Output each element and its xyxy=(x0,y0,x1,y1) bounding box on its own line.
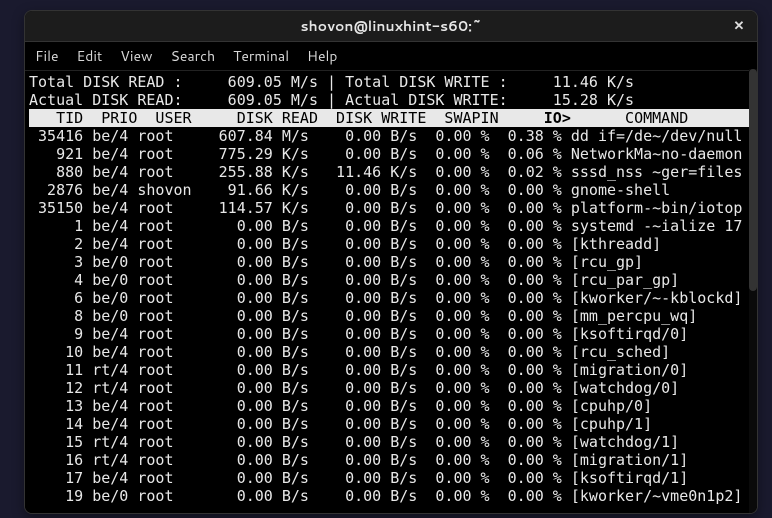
window-title: shovon@linuxhint-s60:~ xyxy=(300,16,481,36)
titlebar: shovon@linuxhint-s60:~ ✕ xyxy=(25,11,757,42)
menu-file[interactable]: File xyxy=(35,46,59,66)
terminal-window: shovon@linuxhint-s60:~ ✕ File Edit View … xyxy=(24,10,758,514)
menu-help[interactable]: Help xyxy=(307,46,337,66)
iotop-rows: 35416 be/4 root 607.84 M/s 0.00 B/s 0.00… xyxy=(29,127,742,505)
menu-view[interactable]: View xyxy=(120,46,152,66)
menu-edit[interactable]: Edit xyxy=(77,46,103,66)
menu-terminal[interactable]: Terminal xyxy=(233,46,289,66)
scrollbar-thumb[interactable] xyxy=(749,69,757,291)
scrollbar[interactable] xyxy=(749,69,757,513)
close-icon[interactable]: ✕ xyxy=(729,16,749,36)
menu-search[interactable]: Search xyxy=(171,46,216,66)
terminal-output[interactable]: Total DISK READ : 609.05 M/s | Total DIS… xyxy=(25,71,757,514)
iotop-header-row: TID PRIO USER DISK READ DISK WRITE SWAPI… xyxy=(29,109,753,127)
summary-lines: Total DISK READ : 609.05 M/s | Total DIS… xyxy=(29,73,634,109)
menubar: File Edit View Search Terminal Help xyxy=(25,42,757,71)
